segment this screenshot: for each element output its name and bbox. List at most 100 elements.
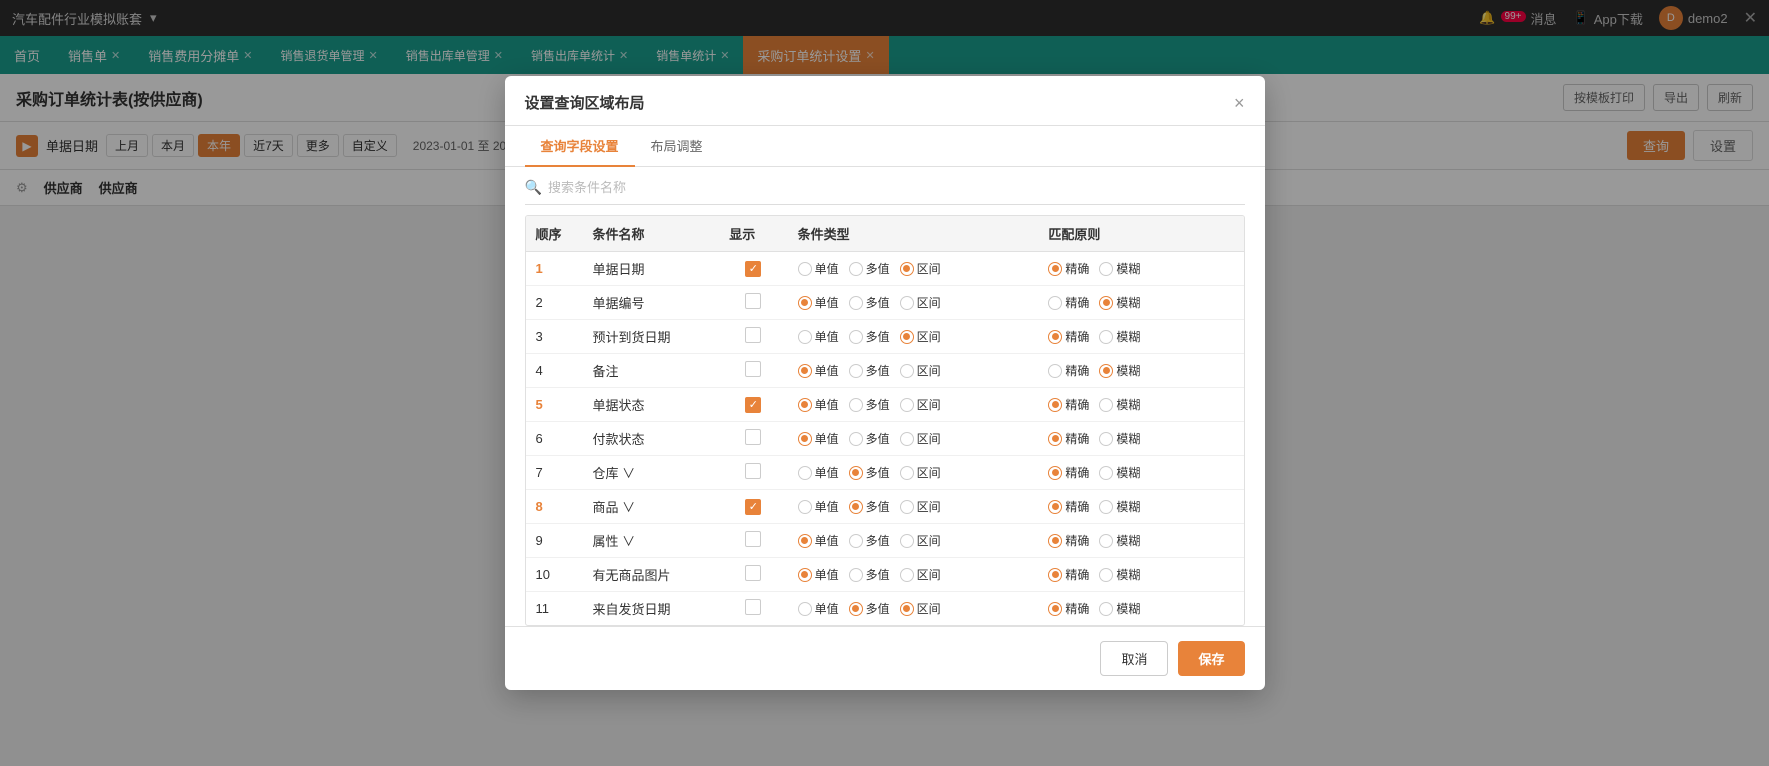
show-checkbox[interactable]	[745, 261, 761, 277]
row-match[interactable]: 精确模糊	[1038, 524, 1243, 558]
type-radio-multi[interactable]: 多值	[849, 430, 890, 447]
type-radio-single[interactable]: 单值	[798, 328, 839, 345]
type-radio-multi[interactable]: 多值	[849, 396, 890, 413]
type-radio-range[interactable]: 区间	[900, 600, 941, 617]
search-input[interactable]	[548, 180, 748, 195]
show-checkbox[interactable]	[745, 565, 761, 581]
row-show[interactable]	[719, 524, 787, 558]
type-radio-single[interactable]: 单值	[798, 498, 839, 515]
row-match[interactable]: 精确模糊	[1038, 320, 1243, 354]
row-match[interactable]: 精确模糊	[1038, 456, 1243, 490]
match-radio-exact[interactable]: 精确	[1048, 600, 1089, 617]
match-radio-fuzzy[interactable]: 模糊	[1099, 498, 1140, 515]
show-checkbox[interactable]	[745, 463, 761, 479]
row-type[interactable]: 单值多值区间	[788, 252, 1039, 286]
type-radio-single[interactable]: 单值	[798, 362, 839, 379]
type-radio-single[interactable]: 单值	[798, 396, 839, 413]
match-radio-fuzzy[interactable]: 模糊	[1099, 260, 1140, 277]
show-checkbox[interactable]	[745, 327, 761, 343]
type-radio-range[interactable]: 区间	[900, 260, 941, 277]
type-radio-range[interactable]: 区间	[900, 566, 941, 583]
row-type[interactable]: 单值多值区间	[788, 558, 1039, 592]
type-radio-range[interactable]: 区间	[900, 498, 941, 515]
type-radio-range[interactable]: 区间	[900, 362, 941, 379]
type-radio-multi[interactable]: 多值	[849, 294, 890, 311]
row-show[interactable]	[719, 354, 787, 388]
modal-close-button[interactable]: ×	[1234, 94, 1245, 112]
type-radio-multi[interactable]: 多值	[849, 600, 890, 617]
type-radio-multi[interactable]: 多值	[849, 464, 890, 481]
type-radio-multi[interactable]: 多值	[849, 328, 890, 345]
match-radio-exact[interactable]: 精确	[1048, 498, 1089, 515]
type-radio-multi[interactable]: 多值	[849, 260, 890, 277]
row-show[interactable]	[719, 286, 787, 320]
type-radio-multi[interactable]: 多值	[849, 498, 890, 515]
row-show[interactable]	[719, 592, 787, 626]
show-checkbox[interactable]	[745, 429, 761, 445]
match-radio-exact[interactable]: 精确	[1048, 260, 1089, 277]
row-type[interactable]: 单值多值区间	[788, 354, 1039, 388]
tab-layout-adjust[interactable]: 布局调整	[635, 126, 719, 167]
row-match[interactable]: 精确模糊	[1038, 354, 1243, 388]
match-radio-exact[interactable]: 精确	[1048, 362, 1089, 379]
match-radio-fuzzy[interactable]: 模糊	[1099, 328, 1140, 345]
row-show[interactable]	[719, 252, 787, 286]
row-match[interactable]: 精确模糊	[1038, 252, 1243, 286]
match-radio-fuzzy[interactable]: 模糊	[1099, 294, 1140, 311]
row-type[interactable]: 单值多值区间	[788, 592, 1039, 626]
cancel-button[interactable]: 取消	[1100, 641, 1168, 676]
type-radio-single[interactable]: 单值	[798, 600, 839, 617]
show-checkbox[interactable]	[745, 599, 761, 615]
row-type[interactable]: 单值多值区间	[788, 490, 1039, 524]
row-type[interactable]: 单值多值区间	[788, 456, 1039, 490]
type-radio-multi[interactable]: 多值	[849, 362, 890, 379]
match-radio-fuzzy[interactable]: 模糊	[1099, 430, 1140, 447]
row-show[interactable]	[719, 558, 787, 592]
show-checkbox[interactable]	[745, 293, 761, 309]
type-radio-single[interactable]: 单值	[798, 260, 839, 277]
row-type[interactable]: 单值多值区间	[788, 524, 1039, 558]
row-match[interactable]: 精确模糊	[1038, 490, 1243, 524]
row-type[interactable]: 单值多值区间	[788, 320, 1039, 354]
row-type[interactable]: 单值多值区间	[788, 286, 1039, 320]
row-show[interactable]	[719, 456, 787, 490]
match-radio-exact[interactable]: 精确	[1048, 464, 1089, 481]
show-checkbox[interactable]	[745, 499, 761, 515]
type-radio-multi[interactable]: 多值	[849, 566, 890, 583]
row-match[interactable]: 精确模糊	[1038, 558, 1243, 592]
type-radio-single[interactable]: 单值	[798, 464, 839, 481]
type-radio-single[interactable]: 单值	[798, 532, 839, 549]
row-show[interactable]	[719, 422, 787, 456]
type-radio-multi[interactable]: 多值	[849, 532, 890, 549]
match-radio-fuzzy[interactable]: 模糊	[1099, 600, 1140, 617]
type-radio-range[interactable]: 区间	[900, 532, 941, 549]
show-checkbox[interactable]	[745, 531, 761, 547]
row-match[interactable]: 精确模糊	[1038, 286, 1243, 320]
match-radio-fuzzy[interactable]: 模糊	[1099, 396, 1140, 413]
match-radio-exact[interactable]: 精确	[1048, 294, 1089, 311]
match-radio-exact[interactable]: 精确	[1048, 328, 1089, 345]
match-radio-fuzzy[interactable]: 模糊	[1099, 464, 1140, 481]
tab-query-fields[interactable]: 查询字段设置	[525, 126, 635, 167]
match-radio-exact[interactable]: 精确	[1048, 396, 1089, 413]
match-radio-exact[interactable]: 精确	[1048, 430, 1089, 447]
row-type[interactable]: 单值多值区间	[788, 422, 1039, 456]
show-checkbox[interactable]	[745, 397, 761, 413]
type-radio-range[interactable]: 区间	[900, 328, 941, 345]
row-match[interactable]: 精确模糊	[1038, 388, 1243, 422]
type-radio-single[interactable]: 单值	[798, 294, 839, 311]
row-show[interactable]	[719, 388, 787, 422]
type-radio-range[interactable]: 区间	[900, 464, 941, 481]
row-match[interactable]: 精确模糊	[1038, 422, 1243, 456]
match-radio-exact[interactable]: 精确	[1048, 532, 1089, 549]
row-match[interactable]: 精确模糊	[1038, 592, 1243, 626]
match-radio-fuzzy[interactable]: 模糊	[1099, 566, 1140, 583]
type-radio-range[interactable]: 区间	[900, 430, 941, 447]
save-button[interactable]: 保存	[1178, 641, 1244, 676]
match-radio-fuzzy[interactable]: 模糊	[1099, 532, 1140, 549]
type-radio-single[interactable]: 单值	[798, 430, 839, 447]
match-radio-exact[interactable]: 精确	[1048, 566, 1089, 583]
row-show[interactable]	[719, 320, 787, 354]
type-radio-range[interactable]: 区间	[900, 396, 941, 413]
type-radio-single[interactable]: 单值	[798, 566, 839, 583]
